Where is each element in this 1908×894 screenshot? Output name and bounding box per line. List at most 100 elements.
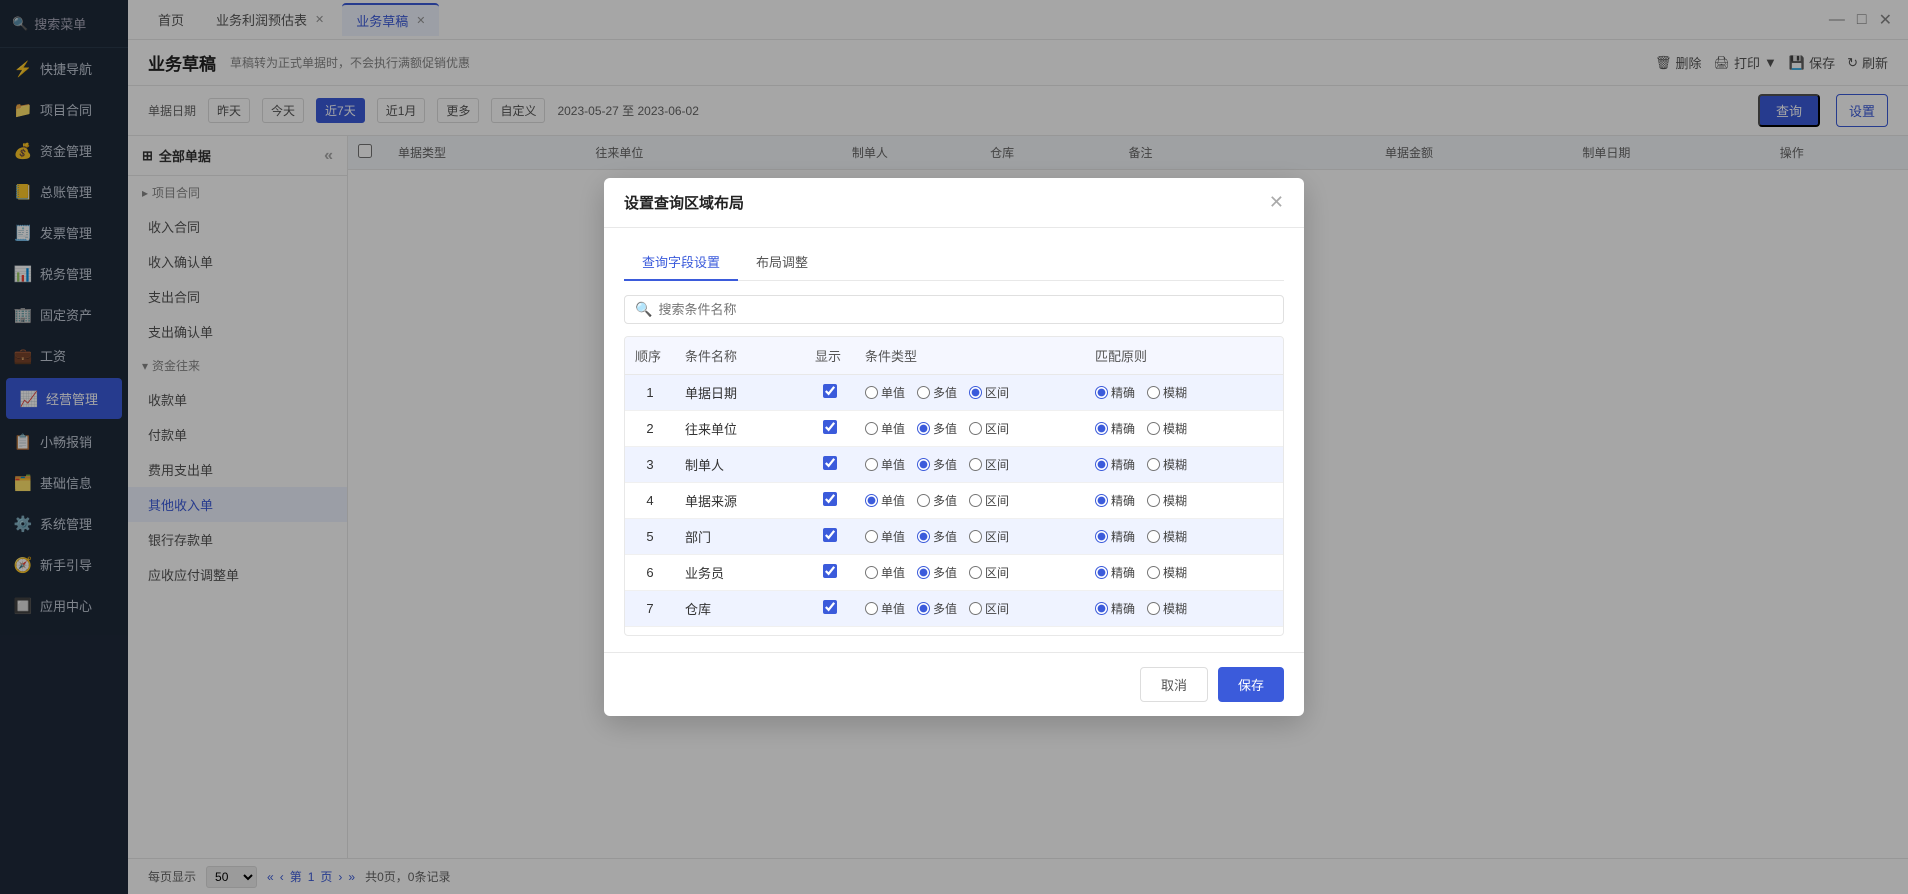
match-radio-label[interactable]: 模糊 <box>1147 528 1187 545</box>
row-visible-checkbox[interactable] <box>823 600 837 614</box>
match-radio-精确[interactable] <box>1095 422 1108 435</box>
condition-radio-区间[interactable] <box>969 422 982 435</box>
match-radio-label[interactable]: 模糊 <box>1147 564 1187 581</box>
condition-radio-多值[interactable] <box>917 530 930 543</box>
condition-radio-label[interactable]: 多值 <box>917 564 957 581</box>
condition-radio-多值[interactable] <box>917 458 930 471</box>
table-row: 3制单人单值多值区间精确模糊 <box>625 447 1283 483</box>
match-radio-精确[interactable] <box>1095 458 1108 471</box>
row-visible-checkbox[interactable] <box>823 384 837 398</box>
condition-radio-单值[interactable] <box>865 566 878 579</box>
match-radio-精确[interactable] <box>1095 530 1108 543</box>
condition-radio-单值[interactable] <box>865 458 878 471</box>
match-radio-label[interactable]: 模糊 <box>1147 420 1187 437</box>
match-radio-label[interactable]: 模糊 <box>1147 456 1187 473</box>
match-radio-精确[interactable] <box>1095 566 1108 579</box>
match-radio-label[interactable]: 精确 <box>1095 528 1135 545</box>
row-visible-checkbox[interactable] <box>823 456 837 470</box>
condition-radio-label[interactable]: 单值 <box>865 600 905 617</box>
match-radio-label[interactable]: 精确 <box>1095 384 1135 401</box>
modal-close-button[interactable]: ✕ <box>1269 192 1284 213</box>
condition-radio-多值[interactable] <box>917 494 930 507</box>
condition-radio-多值[interactable] <box>917 386 930 399</box>
match-radio-label[interactable]: 精确 <box>1095 600 1135 617</box>
condition-radio-多值[interactable] <box>917 566 930 579</box>
match-radio-label[interactable]: 精确 <box>1095 456 1135 473</box>
condition-radio-label[interactable]: 区间 <box>969 492 1009 509</box>
match-radio-label[interactable]: 模糊 <box>1147 384 1187 401</box>
cell-name: 业务员 <box>675 555 805 591</box>
condition-radio-label[interactable]: 多值 <box>917 492 957 509</box>
match-radio-模糊[interactable] <box>1147 458 1160 471</box>
condition-search-input[interactable] <box>658 302 1273 317</box>
row-visible-checkbox[interactable] <box>823 420 837 434</box>
cell-check <box>805 627 855 637</box>
cell-check <box>805 375 855 411</box>
match-radio-精确[interactable] <box>1095 602 1108 615</box>
condition-radio-label[interactable]: 多值 <box>917 384 957 401</box>
modal-body: 查询字段设置 布局调整 🔍 顺序 条件名称 显示 条件类型 匹配原则 <box>604 228 1304 652</box>
conditions-table: 顺序 条件名称 显示 条件类型 匹配原则 1单据日期单值多值区间精确模糊2往来单… <box>625 337 1283 636</box>
match-radio-模糊[interactable] <box>1147 494 1160 507</box>
th-name: 条件名称 <box>675 337 805 375</box>
condition-radio-label[interactable]: 单值 <box>865 456 905 473</box>
condition-radio-label[interactable]: 单值 <box>865 492 905 509</box>
condition-radio-label[interactable]: 多值 <box>917 600 957 617</box>
condition-radio-单值[interactable] <box>865 494 878 507</box>
condition-radio-区间[interactable] <box>969 530 982 543</box>
save-confirm-button[interactable]: 保存 <box>1218 667 1284 702</box>
condition-radio-区间[interactable] <box>969 494 982 507</box>
condition-radio-多值[interactable] <box>917 602 930 615</box>
condition-radio-label[interactable]: 单值 <box>865 420 905 437</box>
match-radio-模糊[interactable] <box>1147 566 1160 579</box>
tab-layout-adjust[interactable]: 布局调整 <box>738 244 826 281</box>
match-radio-精确[interactable] <box>1095 494 1108 507</box>
match-radio-模糊[interactable] <box>1147 386 1160 399</box>
condition-radio-多值[interactable] <box>917 422 930 435</box>
match-radio-label[interactable]: 模糊 <box>1147 600 1187 617</box>
cell-order: 8 <box>625 627 675 637</box>
match-radio-模糊[interactable] <box>1147 602 1160 615</box>
tab-field-settings[interactable]: 查询字段设置 <box>624 244 738 281</box>
table-row: 8单据金额单值多值区间精确模糊 <box>625 627 1283 637</box>
row-visible-checkbox[interactable] <box>823 492 837 506</box>
match-radio-精确[interactable] <box>1095 386 1108 399</box>
table-row: 6业务员单值多值区间精确模糊 <box>625 555 1283 591</box>
modal-title: 设置查询区域布局 <box>624 192 744 213</box>
condition-radio-单值[interactable] <box>865 422 878 435</box>
condition-radio-label[interactable]: 多值 <box>917 420 957 437</box>
match-radio-label[interactable]: 模糊 <box>1147 492 1187 509</box>
condition-radio-label[interactable]: 多值 <box>917 528 957 545</box>
condition-radio-单值[interactable] <box>865 530 878 543</box>
condition-radio-label[interactable]: 区间 <box>969 528 1009 545</box>
condition-radio-区间[interactable] <box>969 386 982 399</box>
condition-radio-label[interactable]: 区间 <box>969 456 1009 473</box>
row-visible-checkbox[interactable] <box>823 528 837 542</box>
condition-radio-label[interactable]: 区间 <box>969 384 1009 401</box>
cell-check <box>805 555 855 591</box>
cell-name: 往来单位 <box>675 411 805 447</box>
match-radio-模糊[interactable] <box>1147 530 1160 543</box>
condition-radio-label[interactable]: 单值 <box>865 384 905 401</box>
condition-radio-label[interactable]: 区间 <box>969 420 1009 437</box>
condition-radio-label[interactable]: 多值 <box>917 456 957 473</box>
condition-radio-单值[interactable] <box>865 602 878 615</box>
condition-radio-区间[interactable] <box>969 602 982 615</box>
cell-order: 2 <box>625 411 675 447</box>
condition-radio-label[interactable]: 区间 <box>969 564 1009 581</box>
cell-condition-type: 单值多值区间 <box>855 447 1085 483</box>
match-radio-模糊[interactable] <box>1147 422 1160 435</box>
condition-radio-label[interactable]: 单值 <box>865 564 905 581</box>
condition-radio-单值[interactable] <box>865 386 878 399</box>
condition-radio-label[interactable]: 单值 <box>865 528 905 545</box>
row-visible-checkbox[interactable] <box>823 564 837 578</box>
match-radio-label[interactable]: 精确 <box>1095 564 1135 581</box>
cell-match-rule: 精确模糊 <box>1085 483 1283 519</box>
condition-radio-区间[interactable] <box>969 458 982 471</box>
condition-radio-区间[interactable] <box>969 566 982 579</box>
th-match-rule: 匹配原则 <box>1085 337 1283 375</box>
match-radio-label[interactable]: 精确 <box>1095 492 1135 509</box>
cancel-button[interactable]: 取消 <box>1140 667 1208 702</box>
condition-radio-label[interactable]: 区间 <box>969 600 1009 617</box>
match-radio-label[interactable]: 精确 <box>1095 420 1135 437</box>
